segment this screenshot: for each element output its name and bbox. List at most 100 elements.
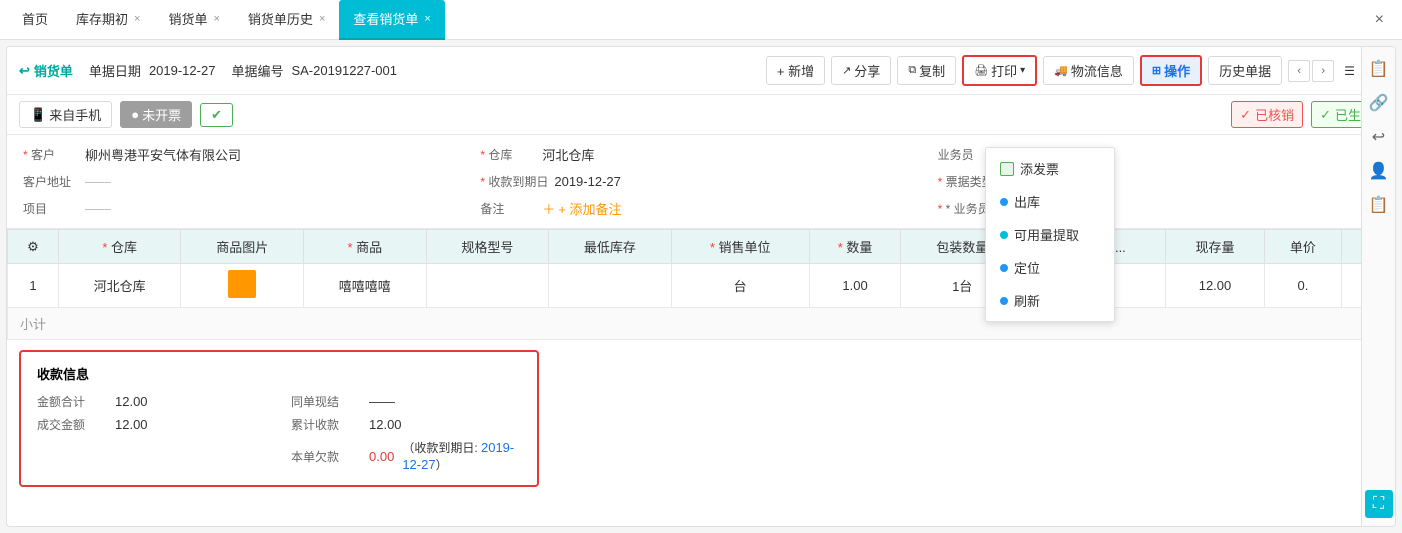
refresh-item[interactable]: 刷新	[986, 284, 1114, 317]
warehouse-value: 河北仓库	[542, 145, 594, 164]
from-mobile-button[interactable]: 📱 来自手机	[19, 101, 112, 128]
cumulative-value: 12.00	[369, 417, 402, 432]
sidebar-icon-1[interactable]: 📋	[1365, 55, 1393, 83]
tab-close-icon[interactable]: ×	[424, 13, 430, 25]
doc-header: ↩ 销货单 单据日期 2019-12-27 单据编号 SA-20191227-0…	[7, 47, 1395, 95]
sidebar-icon-5[interactable]: 📋	[1365, 191, 1393, 219]
cell-seq: 1	[8, 264, 59, 308]
operation-button[interactable]: ⊞ 操作	[1140, 55, 1202, 86]
tab-close-icon[interactable]: ×	[134, 13, 140, 25]
locate-item[interactable]: 定位	[986, 251, 1114, 284]
sidebar-icon-3[interactable]: ↩	[1365, 123, 1393, 151]
table-row: 1 河北仓库 嘻嘻嘻嘻 台 1.00 1台 12.00 0.	[8, 264, 1395, 308]
add-button[interactable]: + 新增	[766, 56, 825, 85]
payment-info-box: 收款信息 金额合计 12.00 同单现结 —— 成交金额 12.00 累计收款 …	[19, 350, 539, 487]
prev-button[interactable]: ‹	[1288, 60, 1310, 82]
sub-toolbar: 📱 来自手机 ● 未开票 ✔ ✓ 已核销 ✓ 已生效	[7, 95, 1395, 135]
sidebar-icon-4[interactable]: 👤	[1365, 157, 1393, 185]
tab-home[interactable]: 首页	[8, 0, 62, 40]
due-date-text: （收款到期日: 2019-12-27）	[402, 439, 521, 473]
cell-product: 嘻嘻嘻嘻	[304, 264, 427, 308]
col-stock: 现存量	[1165, 230, 1264, 264]
outbound-dot	[1000, 198, 1008, 206]
main-content: ↩ 销货单 单据日期 2019-12-27 单据编号 SA-20191227-0…	[6, 46, 1396, 527]
note-row: 备注 ＋ + 添加备注	[480, 199, 921, 218]
customer-row: 客户 柳州粤港平安气体有限公司	[23, 145, 464, 164]
tab-sales-order[interactable]: 销货单 ×	[154, 0, 233, 40]
cell-quantity: 1.00	[809, 264, 901, 308]
print-button[interactable]: 🖨 打印 ▾	[962, 55, 1037, 86]
copy-button[interactable]: ⧉ 复制	[897, 56, 956, 85]
logistics-button[interactable]: 🚚 物流信息	[1043, 56, 1134, 85]
window-close-button[interactable]: ×	[1365, 11, 1394, 29]
tab-close-icon[interactable]: ×	[213, 13, 219, 25]
cell-product-img	[181, 264, 304, 308]
warehouse-row: 仓库 河北仓库	[480, 145, 921, 164]
project-label: 项目	[23, 200, 79, 217]
form-section: 客户 柳州粤港平安气体有限公司 仓库 河北仓库 业务员 演示账号 客户地址 ——…	[7, 135, 1395, 228]
next-button[interactable]: ›	[1312, 60, 1334, 82]
not-open-button[interactable]: ● 未开票	[120, 101, 192, 128]
total-amount-value: 12.00	[115, 394, 148, 409]
product-table: ⚙ * 仓库 商品图片 * 商品 规格型号 最低库存 * 销售单位 * 数量 包…	[7, 229, 1395, 340]
payment-title: 收款信息	[37, 364, 521, 383]
doc-number-meta: 单据编号 SA-20191227-001	[231, 61, 397, 80]
sidebar-icon-2[interactable]: 🔗	[1365, 89, 1393, 117]
col-product-img: 商品图片	[181, 230, 304, 264]
due-amount-value: 0.00	[369, 449, 394, 464]
add-note-button[interactable]: ＋ + 添加备注	[542, 199, 621, 218]
col-unit: * 销售单位	[671, 230, 809, 264]
doc-date-meta: 单据日期 2019-12-27	[89, 61, 216, 80]
tab-sales-history[interactable]: 销货单历史 ×	[234, 0, 339, 40]
col-quantity: * 数量	[809, 230, 901, 264]
cell-spec	[426, 264, 549, 308]
sidebar-expand-icon[interactable]: ⛶	[1365, 490, 1393, 518]
address-value: ——	[85, 174, 111, 189]
same-order-value: ——	[369, 394, 395, 409]
tab-view-sales[interactable]: 查看销货单 ×	[339, 0, 444, 40]
doc-title-area: ↩ 销货单 单据日期 2019-12-27 单据编号 SA-20191227-0…	[19, 61, 766, 80]
col-min-stock: 最低库存	[549, 230, 672, 264]
tab-inventory-init[interactable]: 库存期初 ×	[62, 0, 154, 40]
refresh-dot	[1000, 297, 1008, 305]
history-button[interactable]: 历史单据	[1208, 56, 1282, 85]
outbound-item[interactable]: 出库	[986, 185, 1114, 218]
available-qty-dot	[1000, 231, 1008, 239]
total-amount-row: 金额合计 12.00	[37, 393, 267, 410]
due-date-label: 收款到期日	[480, 173, 548, 190]
cell-price: 0.	[1265, 264, 1341, 308]
tab-bar: 首页 库存期初 × 销货单 × 销货单历史 × 查看销货单 × ×	[0, 0, 1402, 40]
check-button[interactable]: ✔	[200, 103, 233, 127]
add-invoice-icon	[1000, 162, 1014, 176]
address-row: 客户地址 ——	[23, 172, 464, 191]
view-list-button[interactable]: ☰	[1340, 62, 1359, 80]
project-value: ——	[85, 201, 111, 216]
address-label: 客户地址	[23, 173, 79, 190]
transaction-label: 成交金额	[37, 416, 107, 433]
cell-min-stock	[549, 264, 672, 308]
transaction-row: 成交金额 12.00	[37, 416, 267, 433]
transaction-value: 12.00	[115, 417, 148, 432]
col-warehouse: * 仓库	[58, 230, 181, 264]
product-image	[228, 270, 256, 298]
col-product: * 商品	[304, 230, 427, 264]
cell-unit: 台	[671, 264, 809, 308]
col-settings[interactable]: ⚙	[8, 230, 59, 264]
toolbar-right: + 新增 ↗ 分享 ⧉ 复制 🖨 打印 ▾ 🚚 物流信息	[766, 55, 1383, 86]
share-button[interactable]: ↗ 分享	[831, 56, 891, 85]
tab-close-icon[interactable]: ×	[319, 13, 325, 25]
locate-dot	[1000, 264, 1008, 272]
cumulative-row: 累计收款 12.00	[291, 416, 521, 433]
sold-badge: ✓ 已核销	[1231, 101, 1303, 128]
add-invoice-item[interactable]: 添发票	[986, 152, 1114, 185]
available-qty-item[interactable]: 可用量提取	[986, 218, 1114, 251]
note-label: 备注	[480, 200, 536, 217]
customer-value: 柳州粤港平安气体有限公司	[85, 145, 241, 164]
doc-icon: ↩ 销货单	[19, 61, 73, 80]
operation-dropdown: 添发票 出库 可用量提取 定位 刷新	[985, 147, 1115, 322]
due-date-row: 收款到期日 2019-12-27	[480, 172, 921, 191]
cumulative-label: 累计收款	[291, 416, 361, 433]
same-order-row: 同单现结 ——	[291, 393, 521, 410]
project-row: 项目 ——	[23, 199, 464, 218]
subtotal-row: 小计	[8, 308, 1395, 340]
